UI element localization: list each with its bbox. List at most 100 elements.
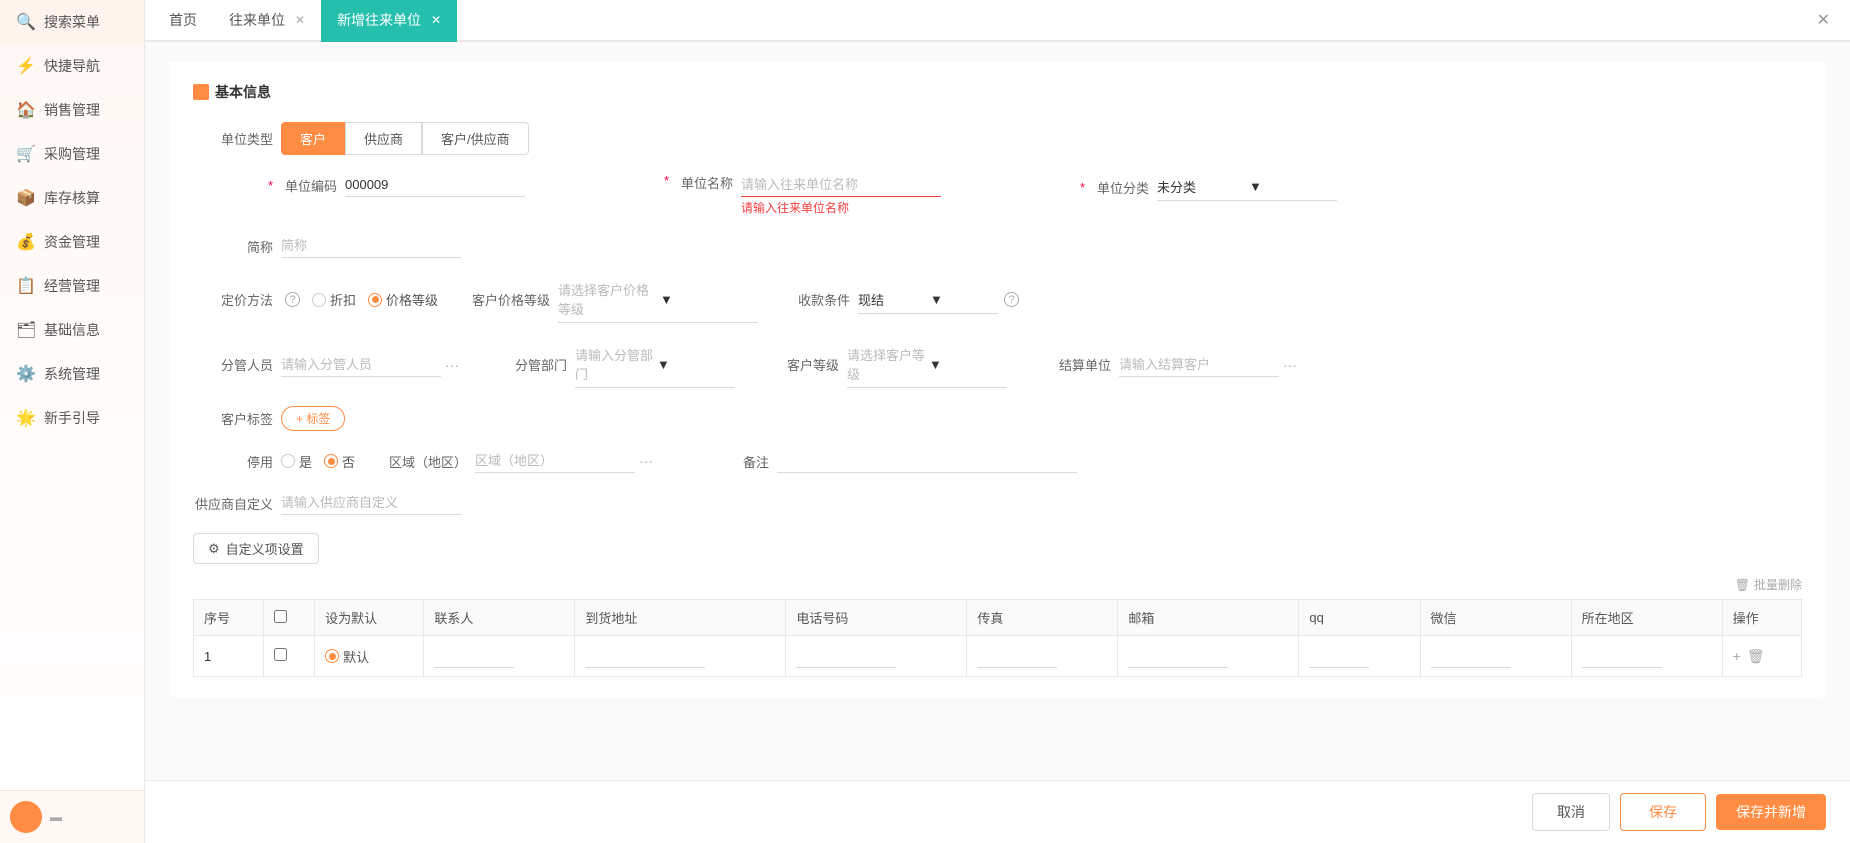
close-all-tabs[interactable]: ✕ — [1805, 10, 1842, 30]
row-seq: 1 — [194, 636, 264, 677]
unit-category-value: 未分类 — [1157, 177, 1245, 196]
region-input[interactable] — [475, 449, 635, 473]
disabled-yes[interactable]: 是 — [281, 452, 312, 471]
sidebar-item-sales[interactable]: 🏠 销售管理 — [0, 88, 144, 132]
sidebar-item-search[interactable]: 🔍 搜索菜单 — [0, 0, 144, 44]
cancel-button[interactable]: 取消 — [1532, 793, 1610, 831]
close-new-partner-tab[interactable]: ✕ — [431, 13, 441, 27]
remarks-input[interactable] — [777, 449, 1077, 473]
bottom-action-bar: 取消 保存 保存并新增 — [145, 780, 1850, 843]
payment-arrow: ▼ — [930, 292, 998, 307]
disabled-yes-radio — [281, 454, 295, 468]
main: 首页 往来单位 ✕ 新增往来单位 ✕ ✕ 基本信息 单位类型 客户 供应商 — [145, 0, 1850, 843]
default-label: 默认 — [343, 647, 369, 666]
disabled-label: 停用 — [193, 452, 273, 471]
unit-name-input[interactable] — [741, 173, 941, 197]
customer-level-placeholder: 请选择客户等级 — [847, 345, 925, 383]
sidebar-item-quick-nav[interactable]: ⚡ 快捷导航 — [0, 44, 144, 88]
sidebar-item-label: 经营管理 — [44, 276, 100, 296]
customer-level-select[interactable]: 请选择客户等级 ▼ — [847, 341, 1007, 388]
sidebar-item-finance[interactable]: 💰 资金管理 — [0, 220, 144, 264]
row-default: 默认 — [315, 636, 424, 677]
tab-home-label: 首页 — [169, 10, 197, 30]
disabled-radio-group: 是 否 — [281, 452, 355, 471]
required-star-code: * — [193, 178, 273, 193]
unit-type-label: 单位类型 — [193, 129, 273, 148]
cpl-placeholder: 请选择客户价格等级 — [558, 280, 656, 318]
sidebar-item-inventory[interactable]: 📦 库存核算 — [0, 176, 144, 220]
delete-row-btn[interactable]: 🗑 — [1747, 648, 1765, 665]
save-new-button[interactable]: 保存并新增 — [1716, 794, 1826, 830]
add-row-btn[interactable]: + — [1733, 648, 1741, 664]
sidebar-item-basic-info[interactable]: 🗂 基础信息 — [0, 308, 144, 352]
payment-terms-select[interactable]: 现结 ▼ — [858, 286, 998, 314]
manager-input[interactable] — [281, 353, 441, 377]
department-select[interactable]: 请输入分管部门 ▼ — [575, 341, 735, 388]
contact-input[interactable] — [434, 644, 514, 668]
fax-input[interactable] — [977, 644, 1057, 668]
col-wechat: 微信 — [1420, 600, 1571, 636]
purchase-icon: 🛒 — [16, 144, 36, 164]
default-radio-item[interactable]: 默认 — [325, 647, 413, 666]
sidebar-item-operations[interactable]: 📋 经营管理 — [0, 264, 144, 308]
tab-bar: 首页 往来单位 ✕ 新增往来单位 ✕ ✕ — [145, 0, 1850, 42]
close-partners-tab[interactable]: ✕ — [295, 13, 305, 27]
row-address — [575, 636, 786, 677]
short-name-input[interactable] — [281, 234, 461, 258]
row-region-input[interactable] — [1582, 644, 1662, 668]
address-input[interactable] — [585, 644, 705, 668]
sidebar-item-system[interactable]: ⚙️ 系统管理 — [0, 352, 144, 396]
btn-customer-supplier[interactable]: 客户/供应商 — [422, 122, 529, 155]
pricing-info-icon[interactable]: ? — [285, 292, 300, 307]
disabled-no-radio — [324, 454, 338, 468]
settlement-more[interactable]: ··· — [1279, 357, 1301, 373]
pricing-level[interactable]: 价格等级 — [368, 290, 438, 309]
region-more[interactable]: ··· — [635, 453, 657, 469]
payment-info-icon[interactable]: ? — [1004, 292, 1019, 307]
save-button[interactable]: 保存 — [1620, 793, 1706, 831]
row-select-checkbox[interactable] — [274, 648, 287, 661]
email-input[interactable] — [1128, 644, 1228, 668]
tab-new-partner[interactable]: 新增往来单位 ✕ — [321, 0, 457, 42]
supplier-custom-input[interactable] — [281, 491, 461, 515]
unit-code-input[interactable] — [345, 173, 525, 197]
default-radio — [325, 649, 339, 663]
tab-partners-label: 往来单位 — [229, 10, 285, 30]
phone-input[interactable] — [796, 644, 896, 668]
col-action: 操作 — [1722, 600, 1801, 636]
pricing-radio-group: 折扣 价格等级 — [312, 290, 438, 309]
tab-home[interactable]: 首页 — [153, 0, 213, 42]
settlement-input[interactable] — [1119, 353, 1279, 377]
unit-code-field — [345, 173, 525, 197]
required-star-category: * — [1005, 180, 1085, 195]
avatar — [10, 801, 42, 833]
add-tag-button[interactable]: + 标签 — [281, 406, 345, 431]
select-all-checkbox[interactable] — [274, 610, 287, 623]
unit-name-error: 请输入往来单位名称 — [741, 199, 941, 216]
btn-customer[interactable]: 客户 — [281, 122, 345, 155]
disabled-no[interactable]: 否 — [324, 452, 355, 471]
pricing-row: 定价方法 ? 折扣 价格等级 客户价格等级 — [193, 276, 1802, 323]
qq-input[interactable] — [1309, 644, 1369, 668]
section-title: 基本信息 — [193, 82, 1802, 102]
discount-label: 折扣 — [330, 290, 356, 309]
sidebar-item-guide[interactable]: 🌟 新手引导 — [0, 396, 144, 440]
finance-icon: 💰 — [16, 232, 36, 252]
customer-price-level-select[interactable]: 请选择客户价格等级 ▼ — [558, 276, 758, 323]
batch-delete-label[interactable]: 批量删除 — [1754, 576, 1802, 593]
tab-partners[interactable]: 往来单位 ✕ — [213, 0, 321, 42]
btn-supplier[interactable]: 供应商 — [345, 122, 422, 155]
operations-icon: 📋 — [16, 276, 36, 296]
wechat-input[interactable] — [1431, 644, 1511, 668]
short-name-label: 简称 — [193, 237, 273, 256]
system-icon: ⚙️ — [16, 364, 36, 384]
supplier-custom-label: 供应商自定义 — [193, 494, 273, 513]
unit-category-select[interactable]: 未分类 ▼ — [1157, 173, 1337, 201]
pricing-discount[interactable]: 折扣 — [312, 290, 356, 309]
tags-label: 客户标签 — [193, 409, 273, 428]
manager-more[interactable]: ··· — [441, 357, 463, 373]
custom-settings-button[interactable]: ⚙ 自定义项设置 — [193, 533, 319, 564]
row-contact — [424, 636, 575, 677]
sidebar-item-label: 搜索菜单 — [44, 12, 100, 32]
sidebar-item-purchase[interactable]: 🛒 采购管理 — [0, 132, 144, 176]
